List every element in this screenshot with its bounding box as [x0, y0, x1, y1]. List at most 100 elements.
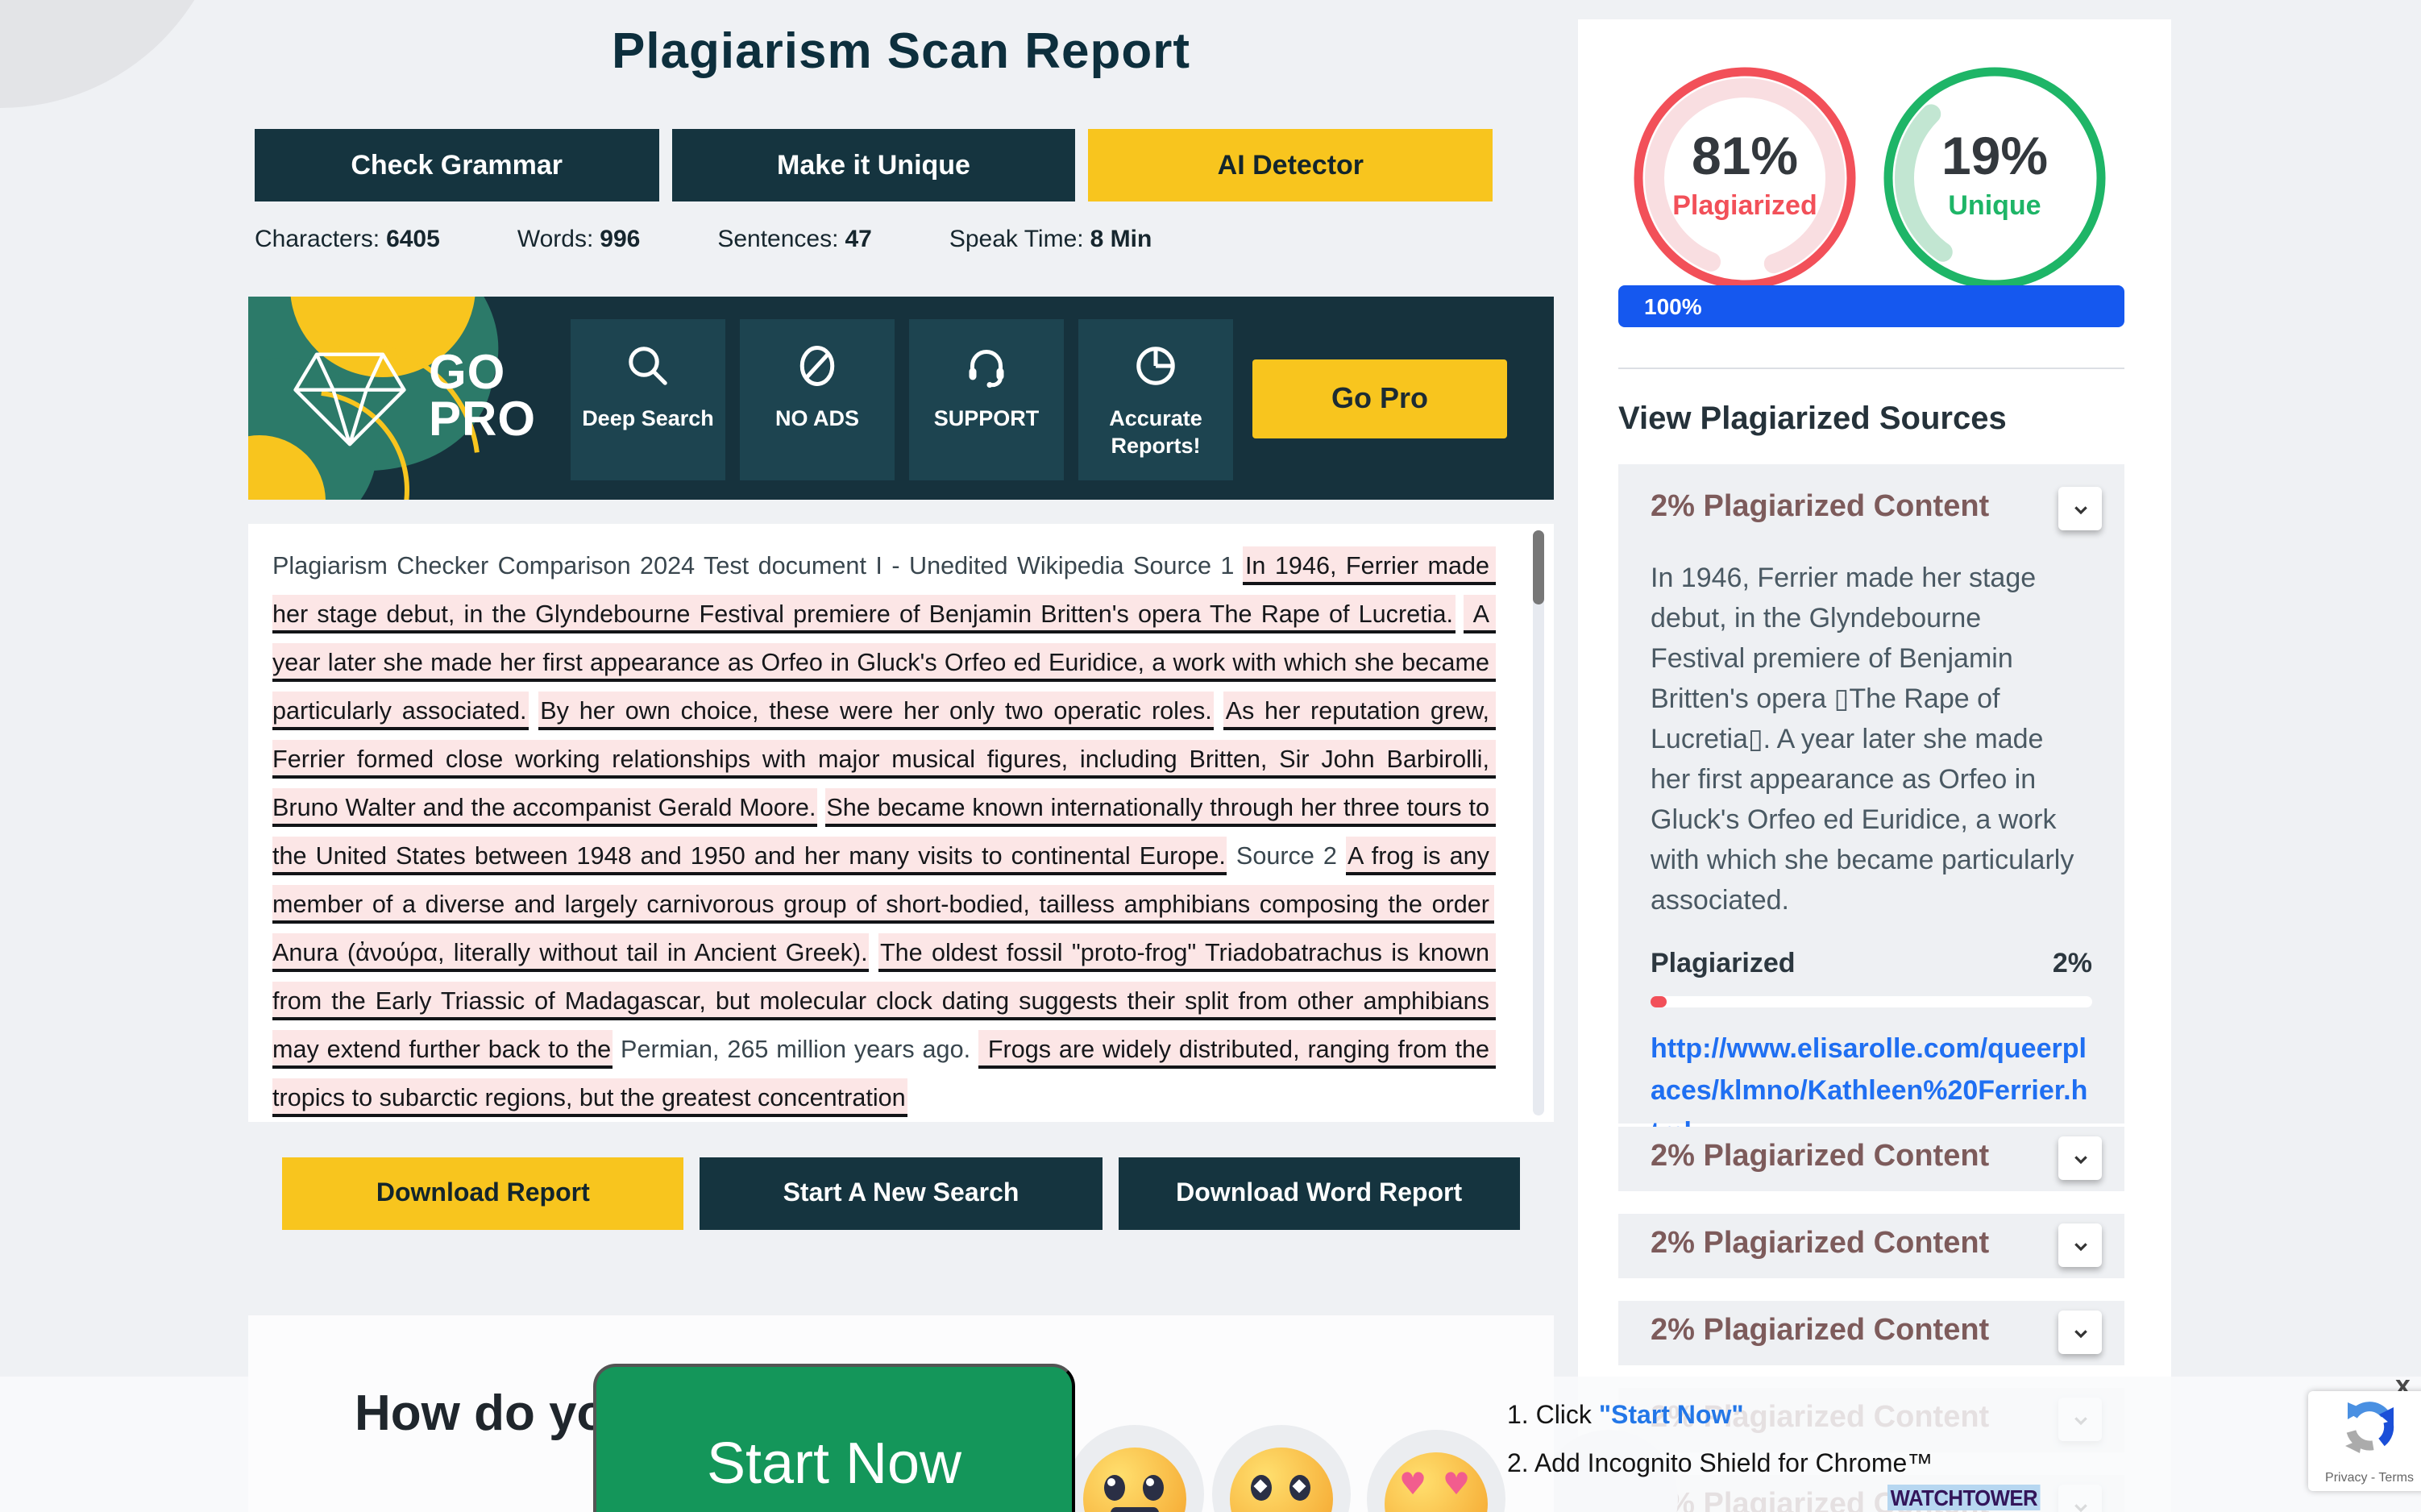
doc-segment: [1214, 698, 1224, 725]
heart-eyes-icon[interactable]: ♥ ♥: [1367, 1430, 1505, 1512]
characters-label: Characters:: [255, 226, 380, 253]
plagiarized-percentage: 81%: [1631, 126, 1858, 187]
characters-value: 6405: [386, 226, 440, 253]
step1-start-now-link[interactable]: "Start Now": [1599, 1402, 1744, 1430]
pie-chart-icon: [1132, 342, 1180, 390]
feature-label: NO ADS: [775, 406, 859, 434]
results-sidebar: 81% Plagiarized 19% Unique 100% View Pla…: [1578, 19, 2171, 1512]
document-scrollbar[interactable]: [1533, 530, 1544, 1115]
watchtower-logo: WATCHTOWER: [1887, 1485, 2041, 1510]
doc-segment: [817, 795, 824, 822]
emoji-mouth: [1111, 1507, 1159, 1512]
source-excerpt: In 1946, Ferrier made her stage debut, i…: [1651, 558, 2076, 920]
chevron-down-icon: [2067, 1145, 2093, 1171]
source-meter-fill: [1651, 996, 1667, 1007]
expand-card-button[interactable]: [2058, 1136, 2102, 1180]
sentences-value: 47: [845, 226, 871, 253]
instruction-step-1: 1. Click "Start Now": [1507, 1402, 1744, 1431]
feature-label: Deep Search: [582, 406, 714, 434]
heart-eye-icon: ♥: [1399, 1467, 1426, 1502]
doc-segment: [1455, 601, 1464, 629]
scanned-document-box: Plagiarism Checker Comparison 2024 Test …: [248, 524, 1554, 1122]
source-card-collapsed[interactable]: 2% Plagiarized Content: [1618, 1214, 2124, 1278]
recaptcha-icon: [2340, 1398, 2398, 1456]
source-card-title: 2% Plagiarized Content: [1651, 490, 1989, 525]
speak-time-label: Speak Time:: [949, 226, 1084, 253]
recaptcha-badge[interactable]: Privacy - Terms: [2308, 1391, 2421, 1491]
source-card-title: 2% Plagiarized Content: [1651, 1314, 1989, 1349]
rating-promo-box: How do you rate your Start Now ♥: [248, 1315, 1554, 1512]
chevron-down-icon: [2067, 1232, 2093, 1258]
make-it-unique-button[interactable]: Make it Unique: [671, 129, 1075, 201]
emoji-face: ♥ ♥: [1385, 1452, 1488, 1512]
doc-segment: [870, 940, 878, 967]
document-text: Plagiarism Checker Comparison 2024 Test …: [272, 543, 1489, 1124]
start-new-search-button[interactable]: Start A New Search: [700, 1157, 1103, 1230]
go-pro-banner: GO PRO Deep Search: [248, 297, 1554, 500]
feature-support: SUPPORT: [909, 319, 1064, 480]
no-ads-icon: [793, 342, 841, 390]
source-meter-label: Plagiarized: [1651, 948, 1796, 980]
source-card-expanded: 2% Plagiarized Content In 1946, Ferrier …: [1618, 464, 2124, 1124]
emoji-star-eye: [1251, 1475, 1272, 1501]
source-card-title: 2% Plagiarized Content: [1651, 1227, 1989, 1262]
source-meter-row: Plagiarized 2%: [1651, 948, 2092, 980]
doc-segment: Source 2: [1227, 843, 1346, 870]
emoji-eye: [1143, 1475, 1164, 1501]
sentences-label: Sentences:: [717, 226, 838, 253]
check-grammar-button[interactable]: Check Grammar: [255, 129, 658, 201]
feature-accurate-reports: Accurate Reports!: [1078, 319, 1233, 480]
star-struck-icon[interactable]: [1212, 1425, 1351, 1512]
top-button-row: Check Grammar Make it Unique AI Detector: [255, 129, 1493, 201]
expand-card-button[interactable]: [2058, 1311, 2102, 1354]
source-card-collapsed[interactable]: 2% Plagiarized Content: [1618, 1127, 2124, 1191]
main-column: Plagiarism Scan Report Check Grammar Mak…: [248, 0, 1554, 1512]
doc-segment: [528, 698, 538, 725]
speak-time-value: 8 Min: [1090, 226, 1152, 253]
feature-label: Accurate Reports!: [1078, 406, 1233, 461]
document-scrollbar-thumb[interactable]: [1533, 530, 1544, 604]
report-action-row: Download Report Start A New Search Downl…: [282, 1157, 1520, 1230]
download-word-report-button[interactable]: Download Word Report: [1118, 1157, 1520, 1230]
emoji-face: [1083, 1448, 1186, 1512]
words-stat: Words:996: [517, 226, 641, 253]
unique-label: Unique: [1881, 190, 2108, 222]
feature-no-ads: NO ADS: [740, 319, 895, 480]
doc-segment: Permian, 265 million years ago.: [613, 1036, 978, 1064]
source-meter-value: 2%: [2053, 948, 2092, 980]
plagiarism-report-page: Plagiarism Scan Report Check Grammar Mak…: [0, 0, 2421, 1512]
search-icon: [624, 342, 672, 390]
start-now-button[interactable]: Start Now: [593, 1364, 1075, 1512]
sources-heading: View Plagiarized Sources: [1618, 401, 2007, 438]
download-report-button[interactable]: Download Report: [282, 1157, 684, 1230]
sentences-stat: Sentences: 47: [717, 226, 872, 253]
go-pro-brand: GO PRO: [429, 350, 564, 443]
unique-percentage: 19%: [1881, 126, 2108, 187]
chevron-down-icon: [2067, 1319, 2093, 1345]
corner-decoration: [0, 0, 229, 108]
ai-detector-button[interactable]: AI Detector: [1089, 129, 1493, 201]
emoji-eye: [1104, 1475, 1125, 1501]
source-card-collapsed[interactable]: 2% Plagiarized Content: [1618, 1301, 2124, 1365]
diamond-icon: [290, 345, 409, 451]
chevron-down-icon: [2067, 496, 2093, 521]
feature-label: SUPPORT: [934, 406, 1040, 434]
doc-segment: Plagiarism Checker Comparison 2024 Test …: [272, 553, 1244, 580]
doc-segment-plagiarized: By her own choice, these were her only t…: [538, 692, 1214, 730]
headset-icon: [962, 342, 1011, 390]
step1-text: 1. Click: [1507, 1402, 1599, 1430]
collapse-card-button[interactable]: [2058, 487, 2102, 530]
instruction-step-2: 2. Add Incognito Shield for Chrome™: [1507, 1451, 1933, 1480]
emoji-face: [1230, 1448, 1333, 1512]
words-label: Words:: [517, 226, 593, 253]
speak-time-stat: Speak Time:8 Min: [949, 226, 1152, 253]
heart-eye-icon: ♥: [1443, 1467, 1470, 1502]
feature-deep-search: Deep Search: [571, 319, 725, 480]
pro-features: Deep Search NO ADS: [571, 319, 1233, 480]
step2-text: 2. Add Incognito Shield for Chrome™: [1507, 1451, 1933, 1478]
plagiarized-label: Plagiarized: [1631, 190, 1858, 222]
recaptcha-terms[interactable]: Privacy - Terms: [2308, 1470, 2421, 1485]
expand-card-button[interactable]: [2058, 1223, 2102, 1267]
emoji-excited-icon[interactable]: [1065, 1425, 1204, 1512]
go-pro-button[interactable]: Go Pro: [1252, 359, 1507, 438]
